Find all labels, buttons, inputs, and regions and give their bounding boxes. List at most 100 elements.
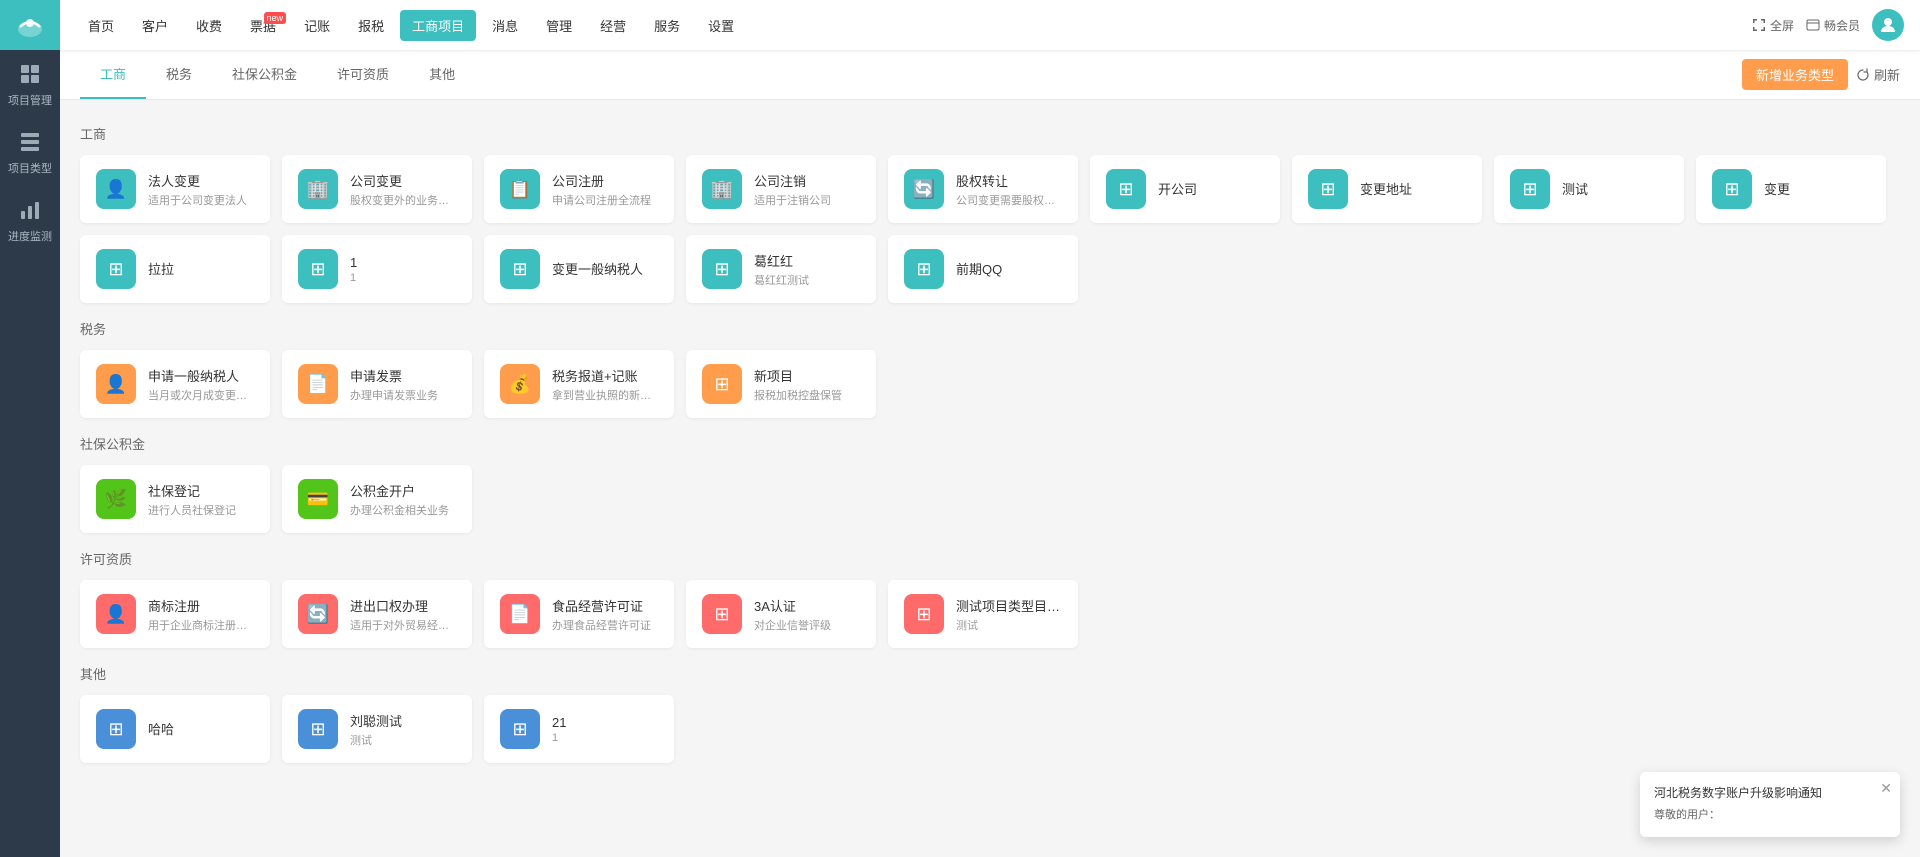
nav-item-operation[interactable]: 经营 — [588, 10, 638, 41]
nav-item-fees[interactable]: 收费 — [184, 10, 234, 41]
card-desc: 测试 — [956, 617, 1062, 633]
member-button[interactable]: 畅会员 — [1806, 17, 1860, 34]
card-desc: 拿到营业执照的新公司 — [552, 387, 658, 403]
sidebar-item-project-management[interactable]: 项目管理 — [0, 50, 60, 118]
card-company-cancel[interactable]: 🏢 公司注销 适用于注销公司 — [686, 155, 876, 223]
card-trademark[interactable]: 👤 商标注册 用于企业商标注册服务 — [80, 580, 270, 648]
card-food-license[interactable]: 📄 食品经营许可证 办理食品经营许可证 — [484, 580, 674, 648]
card-icon: ⊞ — [1106, 169, 1146, 209]
nav-item-management[interactable]: 管理 — [534, 10, 584, 41]
grid-icon — [16, 60, 44, 88]
card-21[interactable]: ⊞ 21 1 — [484, 695, 674, 763]
fullscreen-button[interactable]: 全屏 — [1752, 17, 1794, 34]
card-icon: 📋 — [500, 169, 540, 209]
tab-other[interactable]: 其他 — [409, 50, 475, 99]
card-open-company[interactable]: ⊞ 开公司 — [1090, 155, 1280, 223]
card-equity-transfer[interactable]: 🔄 股权转让 公司变更需要股权转让 — [888, 155, 1078, 223]
sidebar: 项目管理 项目类型 进度监测 — [0, 0, 60, 857]
card-lala[interactable]: ⊞ 拉拉 — [80, 235, 270, 303]
card-name: 进出口权办理 — [350, 596, 456, 615]
card-legal-change[interactable]: 👤 法人变更 适用于公司变更法人 — [80, 155, 270, 223]
card-1[interactable]: ⊞ 1 1 — [282, 235, 472, 303]
card-icon: 👤 — [96, 364, 136, 404]
card-name: 葛红红 — [754, 251, 860, 270]
section-title-license: 许可资质 — [80, 549, 1900, 568]
card-name: 食品经营许可证 — [552, 596, 658, 615]
card-name: 变更地址 — [1360, 179, 1466, 198]
tab-industry[interactable]: 工商 — [80, 50, 146, 99]
nav-item-customer[interactable]: 客户 — [130, 10, 180, 41]
card-haha[interactable]: ⊞ 哈哈 — [80, 695, 270, 763]
card-desc: 1 — [350, 272, 456, 284]
card-name: 哈哈 — [148, 719, 254, 738]
nav-item-bookkeeping[interactable]: 记账 — [292, 10, 342, 41]
card-housing-fund[interactable]: 💳 公积金开户 办理公积金相关业务 — [282, 465, 472, 533]
card-icon: ⊞ — [298, 249, 338, 289]
card-name: 21 — [552, 715, 658, 730]
card-desc: 1 — [552, 732, 658, 744]
card-icon: ⊞ — [702, 364, 742, 404]
notification-body: 尊敬的用户： — [1654, 807, 1886, 825]
card-icon: ⊞ — [1712, 169, 1752, 209]
card-icon: 👤 — [96, 169, 136, 209]
tag-icon — [16, 128, 44, 156]
refresh-button[interactable]: 刷新 — [1856, 65, 1900, 84]
card-new-project[interactable]: ⊞ 新项目 报税加税控盘保管 — [686, 350, 876, 418]
page-container: 工商 税务 社保公积金 许可资质 其他 新增业务类型 刷新 工商 — [60, 50, 1920, 857]
card-tax-report[interactable]: 💰 税务报道+记账 拿到营业执照的新公司 — [484, 350, 674, 418]
card-social-register[interactable]: 🌿 社保登记 进行人员社保登记 — [80, 465, 270, 533]
card-icon: ⊞ — [1510, 169, 1550, 209]
nav-item-service[interactable]: 服务 — [642, 10, 692, 41]
nav-item-tax[interactable]: 报税 — [346, 10, 396, 41]
avatar[interactable] — [1872, 9, 1904, 41]
section-title-tax: 税务 — [80, 319, 1900, 338]
card-desc: 测试 — [350, 732, 456, 748]
card-name: 申请一般纳税人 — [148, 366, 254, 385]
card-3a-cert[interactable]: ⊞ 3A认证 对企业信誉评级 — [686, 580, 876, 648]
notification-title: 河北税务数字账户升级影响通知 — [1654, 784, 1886, 801]
tab-social-fund[interactable]: 社保公积金 — [212, 50, 317, 99]
card-name: 开公司 — [1158, 179, 1264, 198]
card-change[interactable]: ⊞ 变更 — [1696, 155, 1886, 223]
card-icon: 📄 — [500, 594, 540, 634]
fullscreen-label: 全屏 — [1770, 17, 1794, 34]
card-name: 公司注册 — [552, 171, 658, 190]
card-change-address[interactable]: ⊞ 变更地址 — [1292, 155, 1482, 223]
card-name: 公司变更 — [350, 171, 456, 190]
notification-close-button[interactable]: ✕ — [1880, 780, 1892, 797]
nav-item-settings[interactable]: 设置 — [696, 10, 746, 41]
tab-tax[interactable]: 税务 — [146, 50, 212, 99]
topbar-right: 全屏 畅会员 — [1752, 9, 1904, 41]
card-apply-taxpayer[interactable]: 👤 申请一般纳税人 当月或次月成变更完成 — [80, 350, 270, 418]
card-apply-invoice[interactable]: 📄 申请发票 办理申请发票业务 — [282, 350, 472, 418]
card-company-register[interactable]: 📋 公司注册 申请公司注册全流程 — [484, 155, 674, 223]
add-business-type-button[interactable]: 新增业务类型 — [1742, 59, 1848, 90]
card-gehonghong[interactable]: ⊞ 葛红红 葛红红测试 — [686, 235, 876, 303]
card-test-type[interactable]: ⊞ 测试项目类型目定义 测试 — [888, 580, 1078, 648]
card-desc: 适用于公司变更法人 — [148, 192, 254, 208]
card-import-export[interactable]: 🔄 进出口权办理 适用于对外贸易经营者 — [282, 580, 472, 648]
sidebar-item-project-type[interactable]: 项目类型 — [0, 118, 60, 186]
page-header-actions: 新增业务类型 刷新 — [1742, 59, 1900, 90]
card-icon: 📄 — [298, 364, 338, 404]
refresh-label: 刷新 — [1874, 65, 1900, 84]
card-liucong-test[interactable]: ⊞ 刘聪测试 测试 — [282, 695, 472, 763]
nav-item-messages[interactable]: 消息 — [480, 10, 530, 41]
section-title-social: 社保公积金 — [80, 434, 1900, 453]
tab-license[interactable]: 许可资质 — [317, 50, 409, 99]
card-change-taxpayer[interactable]: ⊞ 变更一般纳税人 — [484, 235, 674, 303]
card-icon: ⊞ — [702, 249, 742, 289]
card-icon: ⊞ — [1308, 169, 1348, 209]
card-name: 新项目 — [754, 366, 860, 385]
card-icon: 🏢 — [298, 169, 338, 209]
nav-item-tickets[interactable]: 票据 new — [238, 10, 288, 41]
sidebar-item-progress[interactable]: 进度监测 — [0, 186, 60, 254]
card-company-change[interactable]: 🏢 公司变更 股权变更外的业务变更 — [282, 155, 472, 223]
nav-item-home[interactable]: 首页 — [76, 10, 126, 41]
card-test[interactable]: ⊞ 测试 — [1494, 155, 1684, 223]
nav-item-industry[interactable]: 工商项目 — [400, 10, 476, 41]
card-qianqi-qq[interactable]: ⊞ 前期QQ — [888, 235, 1078, 303]
sidebar-logo[interactable] — [0, 0, 60, 50]
card-icon: ⊞ — [904, 249, 944, 289]
member-label: 畅会员 — [1824, 17, 1860, 34]
